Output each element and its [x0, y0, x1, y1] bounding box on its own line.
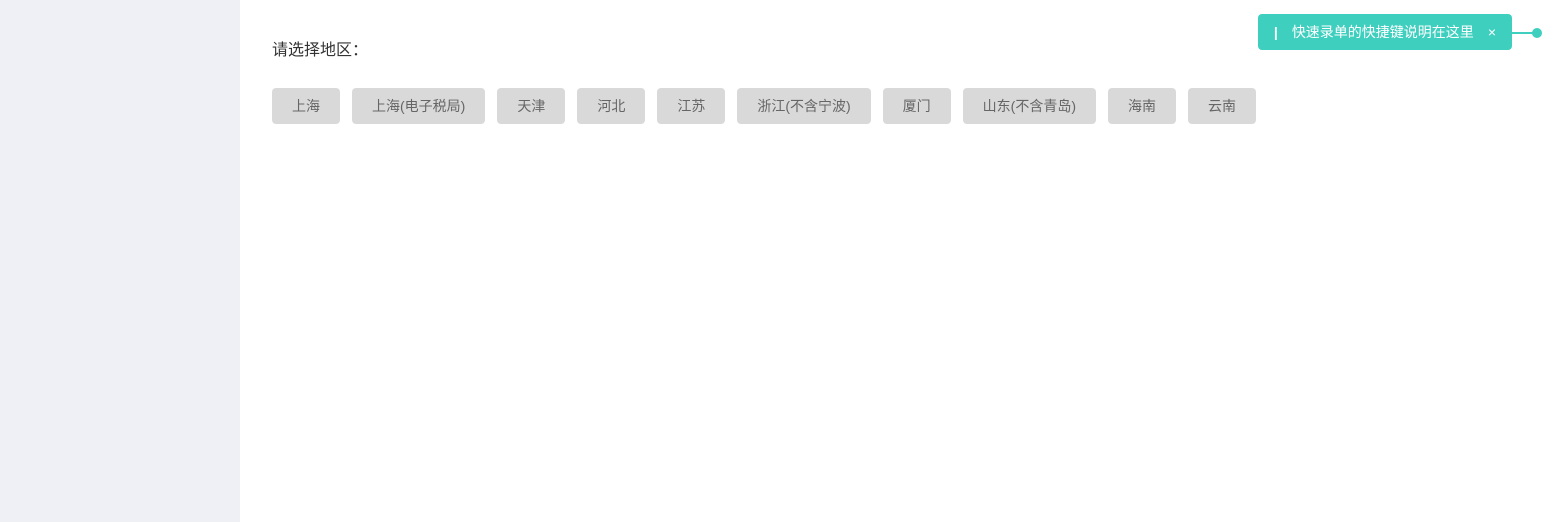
tooltip-dot	[1532, 28, 1542, 38]
region-button-shanghai-etax[interactable]: 上海(电子税局)	[352, 88, 485, 124]
tooltip-line	[1510, 32, 1534, 34]
tooltip-text: 快速录单的快捷键说明在这里	[1292, 22, 1474, 42]
region-button-hainan[interactable]: 海南	[1108, 88, 1176, 124]
region-buttons: 上海上海(电子税局) 天津河北江苏浙江(不含宁波) 厦门山东(不含青岛) 海南云南	[272, 88, 1530, 124]
main-content: 请选择地区： 上海上海(电子税局)天津河北江苏浙江(不含宁波)厦门山东(不含青岛…	[240, 0, 1562, 522]
region-button-jiangsu[interactable]: 江苏	[657, 88, 725, 124]
region-button-yunnan[interactable]: 云南	[1188, 88, 1256, 124]
region-button-shandong[interactable]: 山东(不含青岛)	[963, 88, 1096, 124]
tooltip-banner: 快速录单的快捷键说明在这里 ×	[1258, 14, 1512, 50]
region-button-shanghai[interactable]: 上海	[272, 88, 340, 124]
region-button-xiamen[interactable]: 厦门	[883, 88, 951, 124]
tooltip-close-button[interactable]: ×	[1488, 24, 1496, 40]
region-button-hebei[interactable]: 河北	[577, 88, 645, 124]
sidebar	[0, 0, 240, 522]
region-button-tianjin[interactable]: 天津	[497, 88, 565, 124]
region-button-zhejiang[interactable]: 浙江(不含宁波)	[737, 88, 870, 124]
